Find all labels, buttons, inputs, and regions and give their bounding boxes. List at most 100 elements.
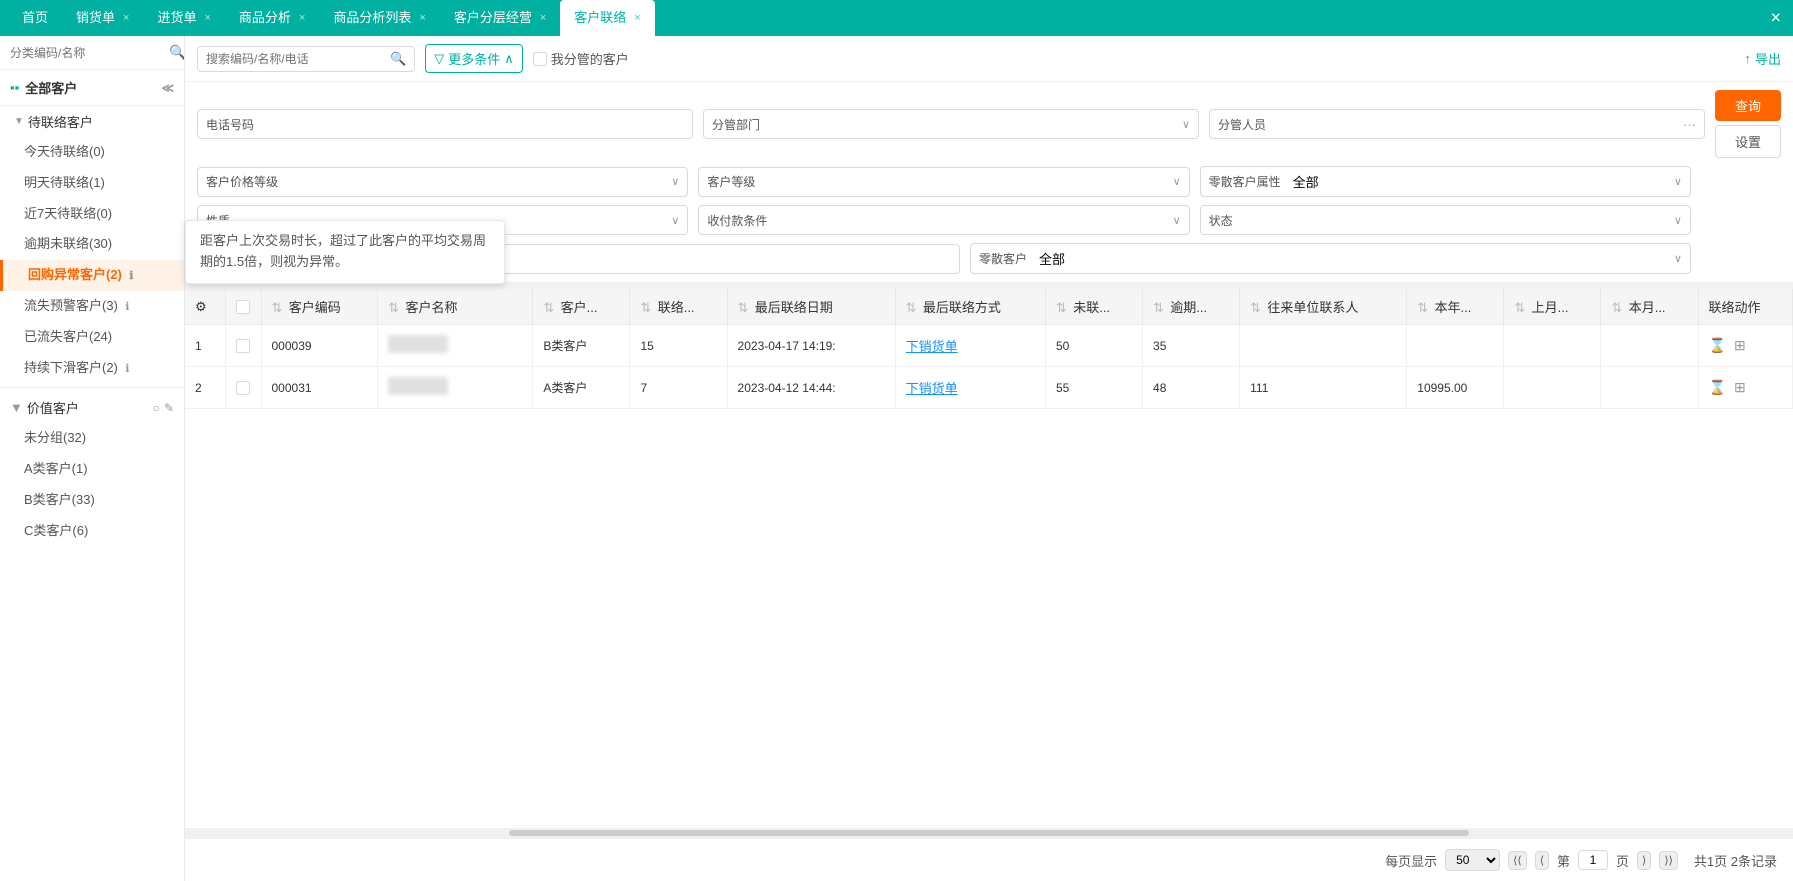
sidebar-search-icon[interactable]: 🔍 — [169, 44, 185, 61]
repurchase-info-icon[interactable]: ℹ — [129, 270, 133, 282]
col-customer-name[interactable]: ⇅ 客户名称 — [378, 289, 533, 325]
cell-unit-contact-1 — [1240, 325, 1407, 367]
cell-name-1 — [378, 325, 533, 367]
filter-payment-term[interactable]: 收付款条件 ∨ — [698, 205, 1189, 235]
filter-status[interactable]: 状态 ∨ — [1200, 205, 1691, 235]
nav-product-analysis-list[interactable]: 商品分析列表 × — [319, 0, 439, 36]
value-customer-group-header[interactable]: ▼ 价值客户 ○ ✎ — [0, 392, 184, 423]
filter-phone[interactable]: 电话号码 — [197, 109, 693, 139]
close-product-analysis-list-icon[interactable]: × — [419, 0, 425, 36]
col-customer-code[interactable]: ⇅ 客户编码 — [261, 289, 378, 325]
col-checkbox[interactable] — [225, 289, 261, 325]
col-this-year[interactable]: ⇅ 本年... — [1407, 289, 1504, 325]
my-customers-checkbox[interactable] — [533, 52, 547, 66]
col-contact-count[interactable]: ⇅ 联络... — [630, 289, 727, 325]
search-icon[interactable]: 🔍 — [390, 51, 406, 67]
pending-contact-group[interactable]: ▼ 待联络客户 — [0, 106, 184, 137]
search-input[interactable] — [206, 52, 386, 66]
sidebar-item-today[interactable]: 今天待联络(0) — [0, 137, 184, 168]
row-checkbox-2[interactable] — [236, 381, 250, 395]
action-grid-icon-1[interactable]: ⊞ — [1734, 337, 1746, 354]
cell-last-month-2 — [1504, 367, 1601, 409]
nav-customer-contact[interactable]: 客户联络 × — [560, 0, 654, 36]
prev-page-button[interactable]: ⟨ — [1535, 851, 1549, 870]
close-customer-segment-icon[interactable]: × — [540, 0, 546, 36]
sidebar-search-input[interactable] — [10, 46, 165, 60]
sidebar-item-lost-customers[interactable]: 已流失客户(24) — [0, 322, 184, 353]
filter-scattered-attr[interactable]: 零散客户属性 全部 ∨ — [1200, 166, 1691, 197]
value-customer-circle-icon[interactable]: ○ — [153, 401, 160, 415]
sidebar-item-overdue[interactable]: 逾期未联络(30) — [0, 229, 184, 260]
sidebar-item-a-class[interactable]: A类客户(1) — [0, 454, 184, 485]
more-filters-button[interactable]: ▽ 更多条件 ∧ — [425, 44, 523, 73]
all-customers-header[interactable]: ▪▪ 全部客户 ≪ — [0, 70, 184, 106]
nav-home[interactable]: 首页 — [8, 0, 62, 36]
pagination-bar: 每页显示 50 100 200 ⟨⟨ ⟨ 第 页 ⟩ ⟩⟩ 共1页 2条记录 — [185, 838, 1793, 881]
close-customer-contact-icon[interactable]: × — [634, 0, 640, 36]
close-purchase-order-icon[interactable]: × — [204, 0, 210, 36]
row-checkbox-1[interactable] — [236, 339, 250, 353]
sidebar-item-c-class[interactable]: C类客户(6) — [0, 516, 184, 547]
per-page-select[interactable]: 50 100 200 — [1445, 849, 1500, 871]
cell-checkbox-1[interactable] — [225, 325, 261, 367]
value-customer-edit-icon[interactable]: ✎ — [164, 401, 174, 415]
payment-term-dropdown-icon: ∨ — [1173, 214, 1181, 227]
reset-button[interactable]: 设置 — [1715, 125, 1781, 158]
sidebar-item-tomorrow[interactable]: 明天待联络(1) — [0, 168, 184, 199]
query-button[interactable]: 查询 — [1715, 90, 1781, 121]
filter-price-level[interactable]: 客户价格等级 ∨ — [197, 167, 688, 197]
sidebar-item-ungrouped[interactable]: 未分组(32) — [0, 423, 184, 454]
lost-preview-info-icon[interactable]: ℹ — [125, 301, 129, 313]
declining-info-icon[interactable]: ℹ — [125, 363, 129, 375]
close-product-analysis-icon[interactable]: × — [299, 0, 305, 36]
scrollbar-thumb[interactable] — [509, 830, 1469, 836]
current-page-input[interactable] — [1578, 850, 1608, 870]
nav-sales-order[interactable]: 销货单 × — [62, 0, 143, 36]
close-sales-order-icon[interactable]: × — [123, 0, 129, 36]
nav-customer-segment[interactable]: 客户分层经营 × — [440, 0, 560, 36]
filter-department[interactable]: 分管部门 ∨ — [703, 109, 1199, 139]
col-last-contact-method[interactable]: ⇅ 最后联络方式 — [895, 289, 1045, 325]
next-page-button[interactable]: ⟩ — [1637, 851, 1651, 870]
cell-checkbox-2[interactable] — [225, 367, 261, 409]
col-overdue[interactable]: ⇅ 逾期... — [1143, 289, 1240, 325]
sidebar-collapse-icon[interactable]: ≪ — [161, 81, 174, 95]
sidebar-item-7days[interactable]: 近7天待联络(0) — [0, 199, 184, 230]
action-grid-icon-2[interactable]: ⊞ — [1734, 379, 1746, 396]
sort-icon: ⇅ — [1153, 300, 1164, 315]
col-actions: 联络动作 — [1698, 289, 1792, 325]
filter-row-2: 客户价格等级 ∨ 客户等级 ∨ 零散客户属性 全部 ∨ — [197, 166, 1781, 197]
filter-supervisor[interactable]: 分管人员 ··· — [1209, 109, 1705, 139]
col-settings[interactable]: ⚙ — [185, 289, 225, 325]
horizontal-scrollbar[interactable] — [185, 828, 1793, 838]
export-button[interactable]: ↑ 导出 — [1744, 49, 1781, 68]
sort-icon: ⇅ — [1250, 300, 1261, 315]
col-unlisted[interactable]: ⇅ 未联... — [1045, 289, 1142, 325]
col-last-month[interactable]: ⇅ 上月... — [1504, 289, 1601, 325]
sidebar-item-b-class[interactable]: B类客户(33) — [0, 485, 184, 516]
sidebar-item-repurchase-abnormal[interactable]: 回购异常客户(2) ℹ — [0, 260, 184, 291]
select-all-checkbox[interactable] — [236, 300, 250, 314]
col-unit-contact[interactable]: ⇅ 往来单位联系人 — [1240, 289, 1407, 325]
cell-last-method-2[interactable]: 下销货单 — [895, 367, 1045, 409]
cell-last-method-1[interactable]: 下销货单 — [895, 325, 1045, 367]
close-window-button[interactable]: × — [1770, 8, 1781, 29]
col-this-month[interactable]: ⇅ 本月... — [1601, 289, 1698, 325]
supervisor-more-icon[interactable]: ··· — [1683, 117, 1696, 132]
filter-customer-level[interactable]: 客户等级 ∨ — [698, 167, 1189, 197]
col-customer-type[interactable]: ⇅ 客户... — [533, 289, 630, 325]
cell-contact-count-1: 15 — [630, 325, 727, 367]
filter-scattered-customer[interactable]: 零散客户 全部 ∨ — [970, 243, 1691, 274]
cell-unlisted-1: 50 — [1045, 325, 1142, 367]
cell-this-year-2: 10995.00 — [1407, 367, 1504, 409]
action-link-icon-2[interactable]: ⌛ — [1709, 379, 1726, 396]
sidebar-item-declining[interactable]: 持续下滑客户(2) ℹ — [0, 353, 184, 384]
col-last-contact-date[interactable]: ⇅ 最后联络日期 — [727, 289, 895, 325]
first-page-button[interactable]: ⟨⟨ — [1508, 851, 1527, 870]
nav-purchase-order[interactable]: 进货单 × — [143, 0, 224, 36]
last-page-button[interactable]: ⟩⟩ — [1659, 851, 1678, 870]
sidebar-item-lost-preview[interactable]: 流失预警客户(3) ℹ — [0, 291, 184, 322]
scattered-customer-dropdown-icon: ∨ — [1674, 252, 1682, 265]
nav-product-analysis[interactable]: 商品分析 × — [225, 0, 319, 36]
action-link-icon-1[interactable]: ⌛ — [1709, 337, 1726, 354]
